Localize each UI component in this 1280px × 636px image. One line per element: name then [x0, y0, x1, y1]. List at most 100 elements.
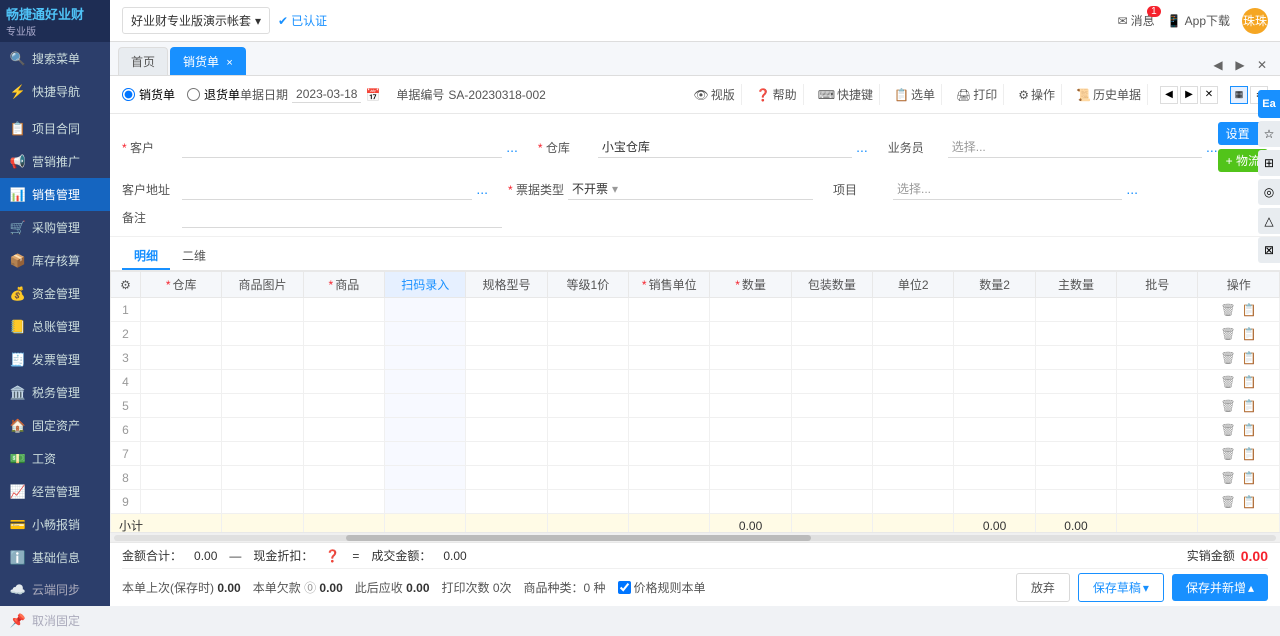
delete-row-icon[interactable]: 🗑 [1220, 446, 1236, 462]
row-pack[interactable] [791, 394, 872, 418]
row-warehouse[interactable] [141, 370, 222, 394]
tab-sales-order[interactable]: 销货单 × [170, 47, 246, 75]
row-unit[interactable] [629, 298, 710, 322]
row-batch[interactable] [1117, 346, 1198, 370]
row-unit[interactable] [629, 346, 710, 370]
close-doc-btn[interactable]: ✕ [1200, 86, 1218, 104]
row-grade[interactable] [547, 394, 628, 418]
sidebar-item-marketing[interactable]: 📢 营销推广 [0, 145, 110, 178]
row-img[interactable] [222, 418, 303, 442]
row-product[interactable] [303, 442, 384, 466]
row-spec[interactable] [466, 490, 547, 514]
row-grade[interactable] [547, 442, 628, 466]
delete-row-icon[interactable]: 🗑 [1220, 470, 1236, 486]
row-qty2[interactable] [954, 490, 1035, 514]
delete-row-icon[interactable]: 🗑 [1220, 374, 1236, 390]
row-main[interactable] [1035, 418, 1116, 442]
row-barcode[interactable] [385, 322, 466, 346]
row-product[interactable] [303, 298, 384, 322]
row-main[interactable] [1035, 442, 1116, 466]
row-unit2[interactable] [873, 298, 954, 322]
sidebar-item-fund[interactable]: 💰 资金管理 [0, 277, 110, 310]
row-barcode[interactable] [385, 442, 466, 466]
radio-sale[interactable]: 销货单 [122, 86, 175, 103]
toolbar-history-btn[interactable]: 📜 历史单据 [1070, 84, 1148, 105]
scroll-thumb[interactable] [346, 535, 811, 541]
sidebar-bottom-sync[interactable]: ☁️ 云端同步 [0, 574, 110, 605]
row-unit2[interactable] [873, 490, 954, 514]
row-product[interactable] [303, 490, 384, 514]
row-unit2[interactable] [873, 442, 954, 466]
row-qty[interactable] [710, 442, 791, 466]
row-qty[interactable] [710, 490, 791, 514]
row-qty2[interactable] [954, 394, 1035, 418]
row-unit[interactable] [629, 322, 710, 346]
row-batch[interactable] [1117, 298, 1198, 322]
row-qty2[interactable] [954, 442, 1035, 466]
row-batch[interactable] [1117, 322, 1198, 346]
radio-return-input[interactable] [187, 88, 200, 101]
th-settings[interactable]: ⚙ [111, 272, 141, 298]
row-warehouse[interactable] [141, 466, 222, 490]
project-select-btn[interactable]: ... [1126, 181, 1138, 197]
row-unit[interactable] [629, 394, 710, 418]
row-qty[interactable] [710, 418, 791, 442]
row-product[interactable] [303, 370, 384, 394]
invoice-select[interactable]: 不开票 ▾ [568, 178, 813, 200]
row-barcode[interactable] [385, 418, 466, 442]
toolbar-select-btn[interactable]: 📋 选单 [888, 84, 942, 105]
row-qty[interactable] [710, 370, 791, 394]
calendar-icon[interactable]: 📅 [365, 88, 380, 102]
row-unit2[interactable] [873, 346, 954, 370]
copy-row-icon[interactable]: 📋 [1241, 326, 1257, 342]
sidebar-item-ledger[interactable]: 📒 总账管理 [0, 310, 110, 343]
right-btn-2[interactable]: ☆ [1258, 121, 1280, 147]
address-input[interactable] [182, 178, 472, 200]
row-main[interactable] [1035, 394, 1116, 418]
warehouse-input[interactable]: 小宝仓库 [598, 136, 852, 158]
row-barcode[interactable] [385, 394, 466, 418]
row-grade[interactable] [547, 370, 628, 394]
row-pack[interactable] [791, 322, 872, 346]
right-btn-ea[interactable]: Ea [1258, 90, 1280, 118]
row-img[interactable] [222, 370, 303, 394]
row-pack[interactable] [791, 490, 872, 514]
tab-2d[interactable]: 二维 [170, 243, 218, 270]
row-spec[interactable] [466, 394, 547, 418]
row-grade[interactable] [547, 346, 628, 370]
row-spec[interactable] [466, 466, 547, 490]
row-qty[interactable] [710, 466, 791, 490]
row-pack[interactable] [791, 370, 872, 394]
row-batch[interactable] [1117, 466, 1198, 490]
row-warehouse[interactable] [141, 346, 222, 370]
row-grade[interactable] [547, 322, 628, 346]
copy-row-icon[interactable]: 📋 [1241, 302, 1257, 318]
row-spec[interactable] [466, 418, 547, 442]
discard-button[interactable]: 放弃 [1016, 573, 1070, 602]
row-warehouse[interactable] [141, 442, 222, 466]
staff-select-btn[interactable]: ... [1206, 139, 1218, 155]
row-grade[interactable] [547, 490, 628, 514]
row-main[interactable] [1035, 490, 1116, 514]
row-spec[interactable] [466, 346, 547, 370]
row-qty2[interactable] [954, 322, 1035, 346]
row-batch[interactable] [1117, 490, 1198, 514]
horizontal-scrollbar[interactable] [110, 532, 1280, 542]
row-spec[interactable] [466, 442, 547, 466]
row-warehouse[interactable] [141, 298, 222, 322]
toolbar-ops-btn[interactable]: ⚙ 操作 [1012, 84, 1062, 105]
right-btn-3[interactable]: ⊞ [1258, 150, 1280, 176]
row-qty[interactable] [710, 346, 791, 370]
row-spec[interactable] [466, 370, 547, 394]
sidebar-item-salary[interactable]: 💵 工资 [0, 442, 110, 475]
row-barcode[interactable] [385, 370, 466, 394]
row-pack[interactable] [791, 298, 872, 322]
row-main[interactable] [1035, 370, 1116, 394]
row-warehouse[interactable] [141, 394, 222, 418]
row-warehouse[interactable] [141, 418, 222, 442]
row-img[interactable] [222, 322, 303, 346]
row-barcode[interactable] [385, 466, 466, 490]
row-img[interactable] [222, 394, 303, 418]
delete-row-icon[interactable]: 🗑 [1220, 350, 1236, 366]
toolbar-help-btn[interactable]: ❓ 帮助 [750, 84, 804, 105]
